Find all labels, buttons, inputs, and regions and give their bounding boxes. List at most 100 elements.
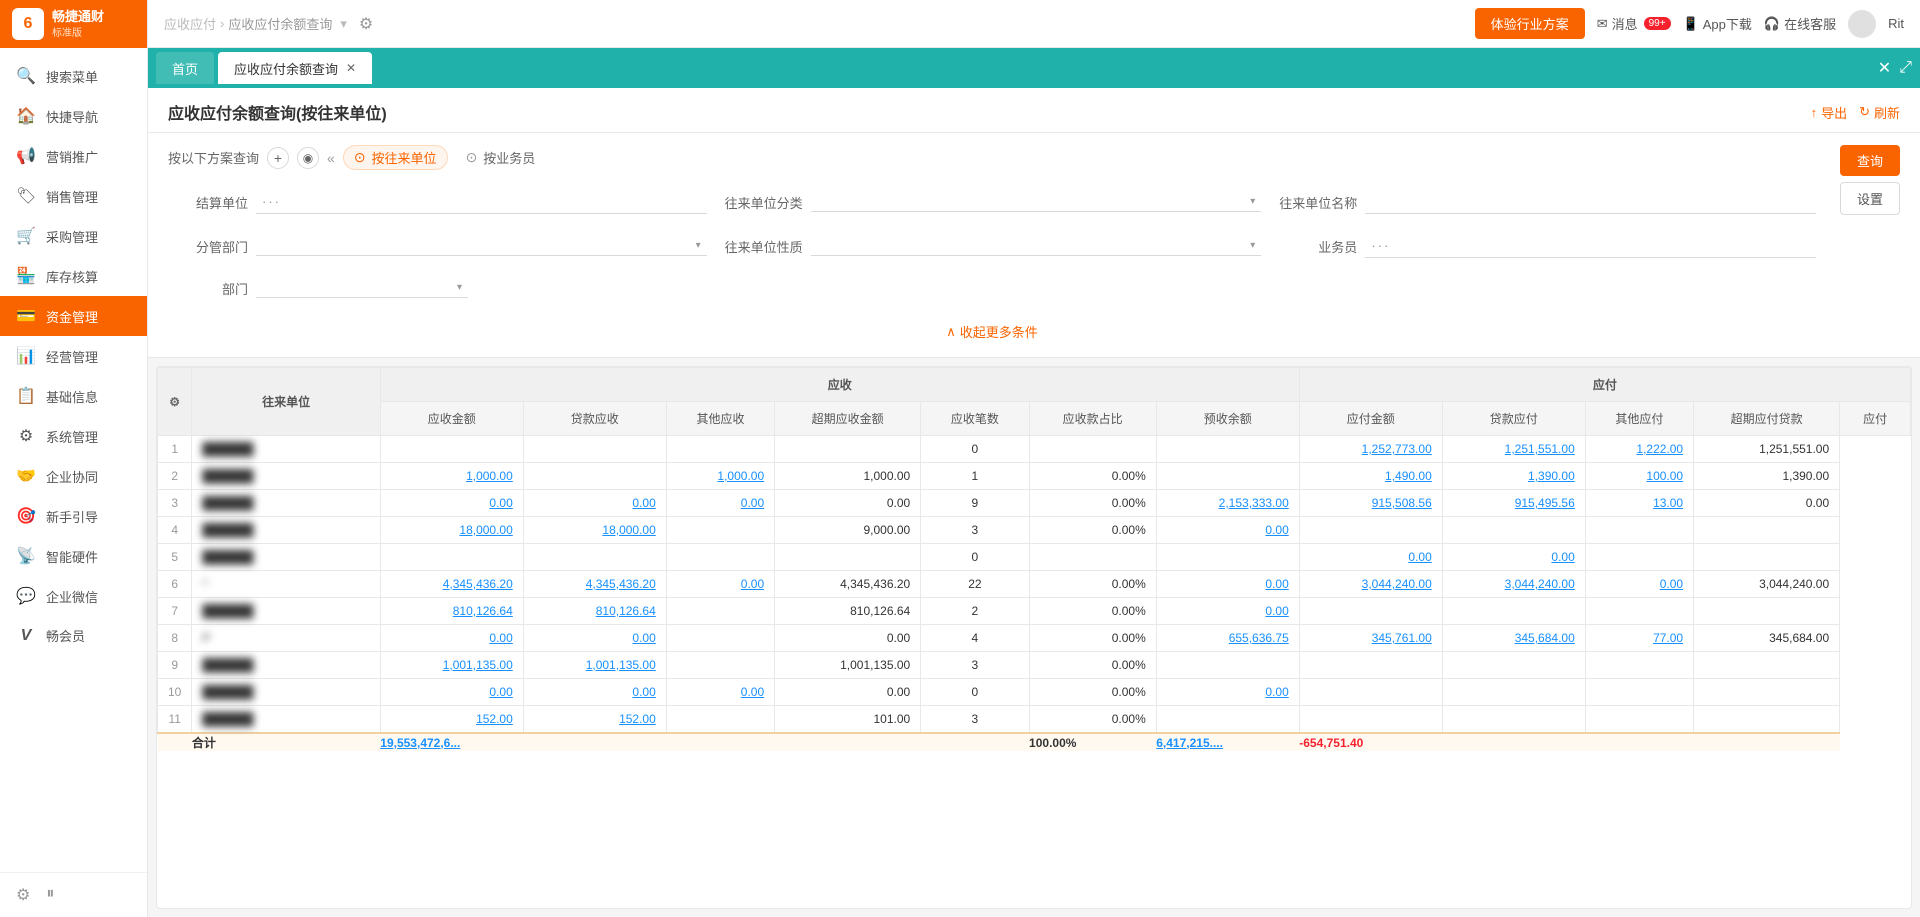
tab-close-icon[interactable]: ✕ <box>346 61 356 75</box>
row-overdue-ar-10: 0.00 <box>775 679 921 706</box>
row-ar-amount-4: 18,000.00 <box>380 517 523 544</box>
row-loan-ar-5 <box>523 544 666 571</box>
unit-name-label: 往来单位名称 <box>1277 193 1357 212</box>
logo-icon: 6 <box>12 8 44 40</box>
unit-category-label: 往来单位分类 <box>723 193 803 212</box>
sidebar-item-search[interactable]: 🔍 搜索菜单 <box>0 56 147 96</box>
marketing-icon: 📢 <box>16 146 36 166</box>
set-btn[interactable]: 设置 <box>1840 182 1900 215</box>
tab-expand-btn[interactable]: ⤢ <box>1899 58 1912 78</box>
row-loan-ap-2: 1,390.00 <box>1442 463 1585 490</box>
basic-icon: 📋 <box>16 386 36 406</box>
col-ar-ratio-header: 应收款占比 <box>1029 402 1156 436</box>
filter-dept2: 部门 ▾ <box>168 278 468 298</box>
message-btn[interactable]: ✉ 消息 99+ <box>1597 14 1671 33</box>
row-ar-count-11: 3 <box>921 706 1029 734</box>
sidebar-item-system[interactable]: ⚙ 系统管理 <box>0 416 147 456</box>
scheme-item-unit[interactable]: ⊙ 按往来单位 <box>343 145 448 170</box>
sidebar-item-warehouse[interactable]: 🏪 库存核算 <box>0 256 147 296</box>
col-settings-header: ⚙ <box>158 368 192 436</box>
row-ar-ratio-8: 0.00% <box>1029 625 1156 652</box>
filter-collapse-btn[interactable]: « <box>327 150 335 166</box>
sidebar-label-basic: 基础信息 <box>46 387 98 406</box>
tab-arbalance[interactable]: 应收应付余额查询 ✕ <box>218 52 372 84</box>
app-download-label: App下载 <box>1703 14 1752 33</box>
sidebar-item-corp[interactable]: 🤝 企业协同 <box>0 456 147 496</box>
row-prepay-7: 0.00 <box>1156 598 1299 625</box>
settings-gear-icon[interactable]: ⚙ <box>359 14 373 34</box>
sidebar-item-hardware[interactable]: 📡 智能硬件 <box>0 536 147 576</box>
col-ap-group-header: 应付 <box>1299 368 1910 402</box>
row-other-ap-9 <box>1585 652 1693 679</box>
row-loan-ap-5: 0.00 <box>1442 544 1585 571</box>
sidebar-item-purchase[interactable]: 🛒 采购管理 <box>0 216 147 256</box>
col-overdue-ap-header: 超期应付贷款 <box>1694 402 1840 436</box>
sidebar-item-finance[interactable]: 💳 资金管理 <box>0 296 147 336</box>
operation-icon: 📊 <box>16 346 36 366</box>
dept-select[interactable]: ▾ <box>256 236 707 256</box>
sidebar-item-operation[interactable]: 📊 经营管理 <box>0 336 147 376</box>
dept2-select[interactable]: ▾ <box>256 278 468 298</box>
tab-close-btn[interactable]: ✕ <box>1878 58 1891 78</box>
sidebar-item-member[interactable]: V 畅会员 <box>0 616 147 655</box>
row-ar-count-4: 3 <box>921 517 1029 544</box>
sidebar-item-wechat[interactable]: 💬 企业微信 <box>0 576 147 616</box>
sidebar-item-guide[interactable]: 🎯 新手引导 <box>0 496 147 536</box>
tab-home[interactable]: 首页 <box>156 52 214 84</box>
scheme-item-salesperson[interactable]: ⊙ 按业务员 <box>456 146 546 169</box>
row-ar-count-7: 2 <box>921 598 1029 625</box>
total-loan-ap <box>1442 733 1585 751</box>
row-other-ap-11 <box>1585 706 1693 734</box>
row-unit-3: ██████ <box>192 490 380 517</box>
collapse-more-btn[interactable]: ∧ 收起更多条件 <box>946 322 1038 341</box>
sidebar-nav: 🔍 搜索菜单 🏠 快捷导航 📢 营销推广 🏷 销售管理 🛒 采购管理 🏪 <box>0 48 147 872</box>
row-loan-ap-1: 1,251,551.00 <box>1442 436 1585 463</box>
salesperson-label: 业务员 <box>1277 237 1357 256</box>
total-other-ap <box>1585 733 1693 751</box>
filter-add-btn[interactable]: + <box>267 147 289 169</box>
trial-btn[interactable]: 体验行业方案 <box>1475 8 1585 39</box>
settings-footer-icon[interactable]: ⚙ <box>16 885 30 905</box>
dropdown-arrow-icon[interactable]: ▾ <box>340 16 347 32</box>
refresh-btn[interactable]: ↻ 刷新 <box>1859 103 1900 122</box>
row-ar-amount-11: 152.00 <box>380 706 523 734</box>
filter-scheme-btn[interactable]: ◉ <box>297 147 319 169</box>
row-ar-amount-8: 0.00 <box>380 625 523 652</box>
row-ar-count-3: 9 <box>921 490 1029 517</box>
unit-category-select[interactable]: ▾ <box>811 192 1262 212</box>
row-loan-ap-7 <box>1442 598 1585 625</box>
salesperson-input[interactable]: ··· <box>1365 234 1816 258</box>
service-label: 在线客服 <box>1784 14 1836 33</box>
app-download-btn[interactable]: 📱 App下载 <box>1683 14 1752 33</box>
col-unit-label: 往来单位 <box>262 395 310 409</box>
table-row: 11 ██████ 152.00 152.00 101.00 3 0.00% <box>158 706 1911 734</box>
col-loan-ap-header: 贷款应付 <box>1442 402 1585 436</box>
sales-icon: 🏷 <box>16 186 36 206</box>
row-loan-ar-1 <box>523 436 666 463</box>
sidebar-label-search: 搜索菜单 <box>46 67 98 86</box>
row-loan-ar-2 <box>523 463 666 490</box>
settlement-unit-input[interactable]: ··· <box>256 190 707 214</box>
sidebar-item-marketing[interactable]: 📢 营销推广 <box>0 136 147 176</box>
row-loan-ar-4: 18,000.00 <box>523 517 666 544</box>
unit-nature-select[interactable]: ▾ <box>811 236 1262 256</box>
row-ap-amount-3: 915,508.56 <box>1299 490 1442 517</box>
export-btn[interactable]: ↑ 导出 <box>1811 103 1848 122</box>
table-row: 3 ██████ 0.00 0.00 0.00 0.00 9 0.00% 2,1… <box>158 490 1911 517</box>
sidebar-item-basic[interactable]: 📋 基础信息 <box>0 376 147 416</box>
sidebar-item-sales[interactable]: 🏷 销售管理 <box>0 176 147 216</box>
sidebar-label-guide: 新手引导 <box>46 507 98 526</box>
col-prepay-header: 预收余额 <box>1156 402 1299 436</box>
query-btn[interactable]: 查询 <box>1840 145 1900 176</box>
unit-name-input[interactable] <box>1365 190 1816 214</box>
table-settings-icon[interactable]: ⚙ <box>169 395 180 409</box>
row-other-ar-4 <box>666 517 774 544</box>
row-other-ap-8: 77.00 <box>1585 625 1693 652</box>
row-overdue-ap-9 <box>1694 652 1840 679</box>
online-service-btn[interactable]: 🎧 在线客服 <box>1764 14 1836 33</box>
collapse-sidebar-icon[interactable]: ⏸ <box>46 885 54 905</box>
row-overdue-ap-1: 1,251,551.00 <box>1694 436 1840 463</box>
page-content: 应收应付余额查询(按往来单位) ↑ 导出 ↻ 刷新 <box>148 88 1920 917</box>
sidebar-item-quick[interactable]: 🏠 快捷导航 <box>0 96 147 136</box>
scheme-salesperson-label: 按业务员 <box>483 148 535 167</box>
